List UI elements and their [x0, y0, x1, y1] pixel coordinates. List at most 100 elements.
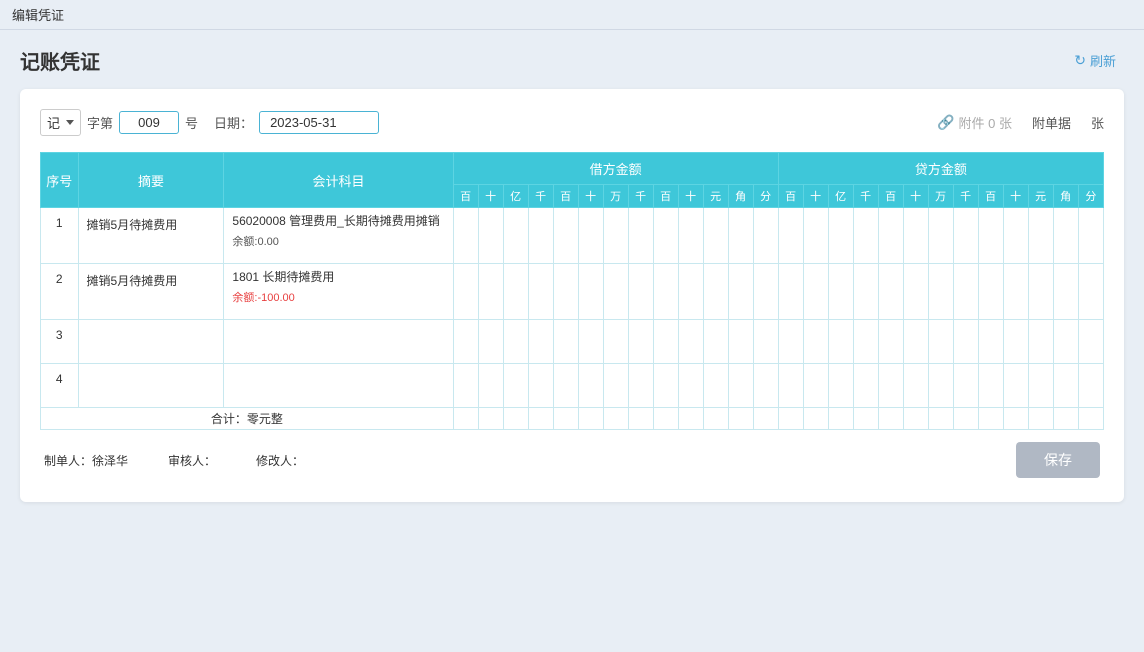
credit-digit-8[interactable]	[953, 208, 978, 264]
debit-digit-1[interactable]	[453, 208, 478, 264]
debit-digit-5[interactable]	[553, 364, 578, 408]
credit-digit-9[interactable]	[978, 208, 1003, 264]
attach-single[interactable]: 附单据	[1032, 113, 1071, 132]
credit-digit-3[interactable]	[828, 264, 853, 320]
credit-digit-7[interactable]	[928, 364, 953, 408]
credit-digit-10[interactable]	[1003, 320, 1028, 364]
credit-digit-11[interactable]	[1028, 364, 1053, 408]
debit-digit-11[interactable]	[703, 364, 728, 408]
credit-digit-5[interactable]	[878, 320, 903, 364]
debit-digit-7[interactable]	[603, 208, 628, 264]
debit-digit-5[interactable]	[553, 264, 578, 320]
credit-digit-3[interactable]	[828, 320, 853, 364]
account-cell[interactable]	[224, 364, 453, 408]
credit-digit-1[interactable]	[778, 208, 803, 264]
credit-digit-10[interactable]	[1003, 208, 1028, 264]
credit-digit-2[interactable]	[803, 364, 828, 408]
debit-digit-2[interactable]	[478, 364, 503, 408]
debit-digit-1[interactable]	[453, 264, 478, 320]
debit-digit-10[interactable]	[678, 264, 703, 320]
credit-digit-12[interactable]	[1053, 320, 1078, 364]
credit-digit-7[interactable]	[928, 264, 953, 320]
debit-digit-3[interactable]	[503, 264, 528, 320]
debit-digit-7[interactable]	[603, 320, 628, 364]
credit-digit-11[interactable]	[1028, 264, 1053, 320]
debit-digit-6[interactable]	[578, 208, 603, 264]
debit-digit-13[interactable]	[753, 364, 778, 408]
account-cell[interactable]	[224, 320, 453, 364]
debit-digit-13[interactable]	[753, 264, 778, 320]
debit-digit-1[interactable]	[453, 320, 478, 364]
credit-digit-12[interactable]	[1053, 364, 1078, 408]
credit-digit-8[interactable]	[953, 364, 978, 408]
credit-digit-7[interactable]	[928, 320, 953, 364]
credit-digit-11[interactable]	[1028, 208, 1053, 264]
debit-digit-8[interactable]	[628, 208, 653, 264]
credit-digit-8[interactable]	[953, 264, 978, 320]
credit-digit-6[interactable]	[903, 364, 928, 408]
debit-digit-9[interactable]	[653, 208, 678, 264]
account-cell[interactable]: 56020008 管理费用_长期待摊费用摊销余额:0.00	[224, 208, 453, 264]
debit-digit-4[interactable]	[528, 364, 553, 408]
debit-digit-10[interactable]	[678, 208, 703, 264]
debit-digit-4[interactable]	[528, 208, 553, 264]
credit-digit-13[interactable]	[1078, 320, 1103, 364]
credit-digit-10[interactable]	[1003, 264, 1028, 320]
credit-digit-3[interactable]	[828, 364, 853, 408]
debit-digit-9[interactable]	[653, 364, 678, 408]
credit-digit-8[interactable]	[953, 320, 978, 364]
type-select[interactable]: 记	[40, 109, 81, 136]
credit-digit-1[interactable]	[778, 320, 803, 364]
credit-digit-9[interactable]	[978, 264, 1003, 320]
credit-digit-10[interactable]	[1003, 364, 1028, 408]
number-input[interactable]	[119, 111, 179, 134]
credit-digit-13[interactable]	[1078, 264, 1103, 320]
debit-digit-11[interactable]	[703, 264, 728, 320]
debit-digit-13[interactable]	[753, 320, 778, 364]
credit-digit-1[interactable]	[778, 264, 803, 320]
credit-digit-6[interactable]	[903, 320, 928, 364]
debit-digit-9[interactable]	[653, 264, 678, 320]
credit-digit-6[interactable]	[903, 264, 928, 320]
debit-digit-2[interactable]	[478, 208, 503, 264]
debit-digit-12[interactable]	[728, 320, 753, 364]
credit-digit-4[interactable]	[853, 208, 878, 264]
debit-digit-8[interactable]	[628, 320, 653, 364]
debit-digit-10[interactable]	[678, 320, 703, 364]
credit-digit-5[interactable]	[878, 364, 903, 408]
debit-digit-5[interactable]	[553, 320, 578, 364]
credit-digit-1[interactable]	[778, 364, 803, 408]
debit-digit-3[interactable]	[503, 208, 528, 264]
debit-digit-6[interactable]	[578, 264, 603, 320]
debit-digit-12[interactable]	[728, 264, 753, 320]
summary-cell[interactable]	[78, 320, 224, 364]
debit-digit-1[interactable]	[453, 364, 478, 408]
summary-cell[interactable]: 摊销5月待摊费用	[78, 264, 224, 320]
debit-digit-6[interactable]	[578, 364, 603, 408]
account-cell[interactable]: 1801 长期待摊费用余额:-100.00	[224, 264, 453, 320]
credit-digit-3[interactable]	[828, 208, 853, 264]
credit-digit-2[interactable]	[803, 208, 828, 264]
debit-digit-3[interactable]	[503, 364, 528, 408]
debit-digit-11[interactable]	[703, 320, 728, 364]
credit-digit-11[interactable]	[1028, 320, 1053, 364]
debit-digit-12[interactable]	[728, 208, 753, 264]
debit-digit-4[interactable]	[528, 320, 553, 364]
debit-digit-13[interactable]	[753, 208, 778, 264]
debit-digit-7[interactable]	[603, 264, 628, 320]
debit-digit-8[interactable]	[628, 264, 653, 320]
debit-digit-11[interactable]	[703, 208, 728, 264]
credit-digit-4[interactable]	[853, 320, 878, 364]
debit-digit-7[interactable]	[603, 364, 628, 408]
save-button[interactable]: 保存	[1016, 442, 1100, 478]
debit-digit-2[interactable]	[478, 320, 503, 364]
debit-digit-2[interactable]	[478, 264, 503, 320]
credit-digit-4[interactable]	[853, 264, 878, 320]
debit-digit-4[interactable]	[528, 264, 553, 320]
debit-digit-12[interactable]	[728, 364, 753, 408]
credit-digit-12[interactable]	[1053, 264, 1078, 320]
refresh-button[interactable]: ↻ 刷新	[1066, 47, 1124, 74]
credit-digit-6[interactable]	[903, 208, 928, 264]
date-input[interactable]	[259, 111, 379, 134]
credit-digit-13[interactable]	[1078, 208, 1103, 264]
